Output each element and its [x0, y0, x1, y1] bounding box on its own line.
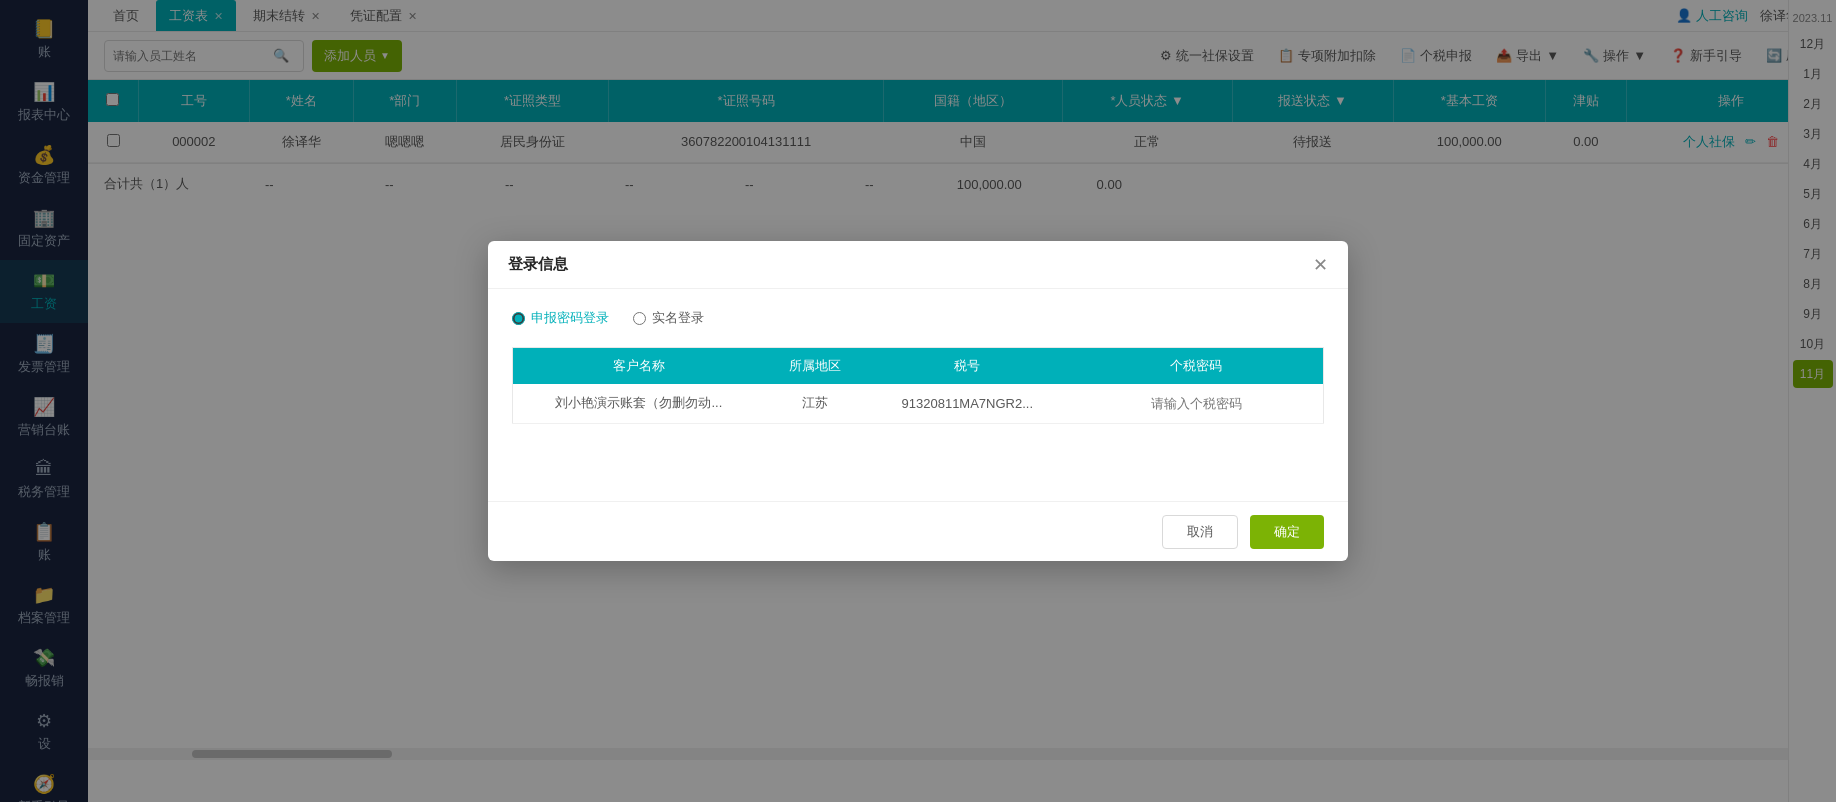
- dialog-title: 登录信息: [508, 255, 568, 274]
- cell-tax-password[interactable]: [1070, 384, 1324, 424]
- cell-region: 江苏: [765, 384, 865, 424]
- radio-group: 申报密码登录 实名登录: [512, 309, 1324, 327]
- inner-col-taxno: 税号: [865, 348, 1070, 384]
- dialog-header: 登录信息 ✕: [488, 241, 1348, 289]
- tax-password-input[interactable]: [1082, 396, 1311, 411]
- dialog-close-button[interactable]: ✕: [1313, 254, 1328, 276]
- inner-col-client: 客户名称: [513, 348, 765, 384]
- radio-realname-input[interactable]: [633, 312, 646, 325]
- cancel-button[interactable]: 取消: [1162, 515, 1238, 549]
- confirm-button[interactable]: 确定: [1250, 515, 1324, 549]
- modal-overlay: 登录信息 ✕ 申报密码登录 实名登录 客户名称: [0, 0, 1836, 802]
- dialog-body: 申报密码登录 实名登录 客户名称 所属地区 税号 个税密码: [488, 289, 1348, 501]
- radio-realname-login[interactable]: 实名登录: [633, 309, 704, 327]
- radio-password-input[interactable]: [512, 312, 525, 325]
- login-dialog: 登录信息 ✕ 申报密码登录 实名登录 客户名称: [488, 241, 1348, 561]
- cell-tax-no: 91320811MA7NGR2...: [865, 384, 1070, 424]
- inner-col-password: 个税密码: [1070, 348, 1324, 384]
- radio-password-login[interactable]: 申报密码登录: [512, 309, 609, 327]
- dialog-footer: 取消 确定: [488, 501, 1348, 561]
- login-table-row: 刘小艳演示账套（勿删勿动... 江苏 91320811MA7NGR2...: [513, 384, 1324, 424]
- login-info-table: 客户名称 所属地区 税号 个税密码 刘小艳演示账套（勿删勿动... 江苏 913…: [512, 347, 1324, 424]
- cell-client-name: 刘小艳演示账套（勿删勿动...: [513, 384, 765, 424]
- inner-col-region: 所属地区: [765, 348, 865, 384]
